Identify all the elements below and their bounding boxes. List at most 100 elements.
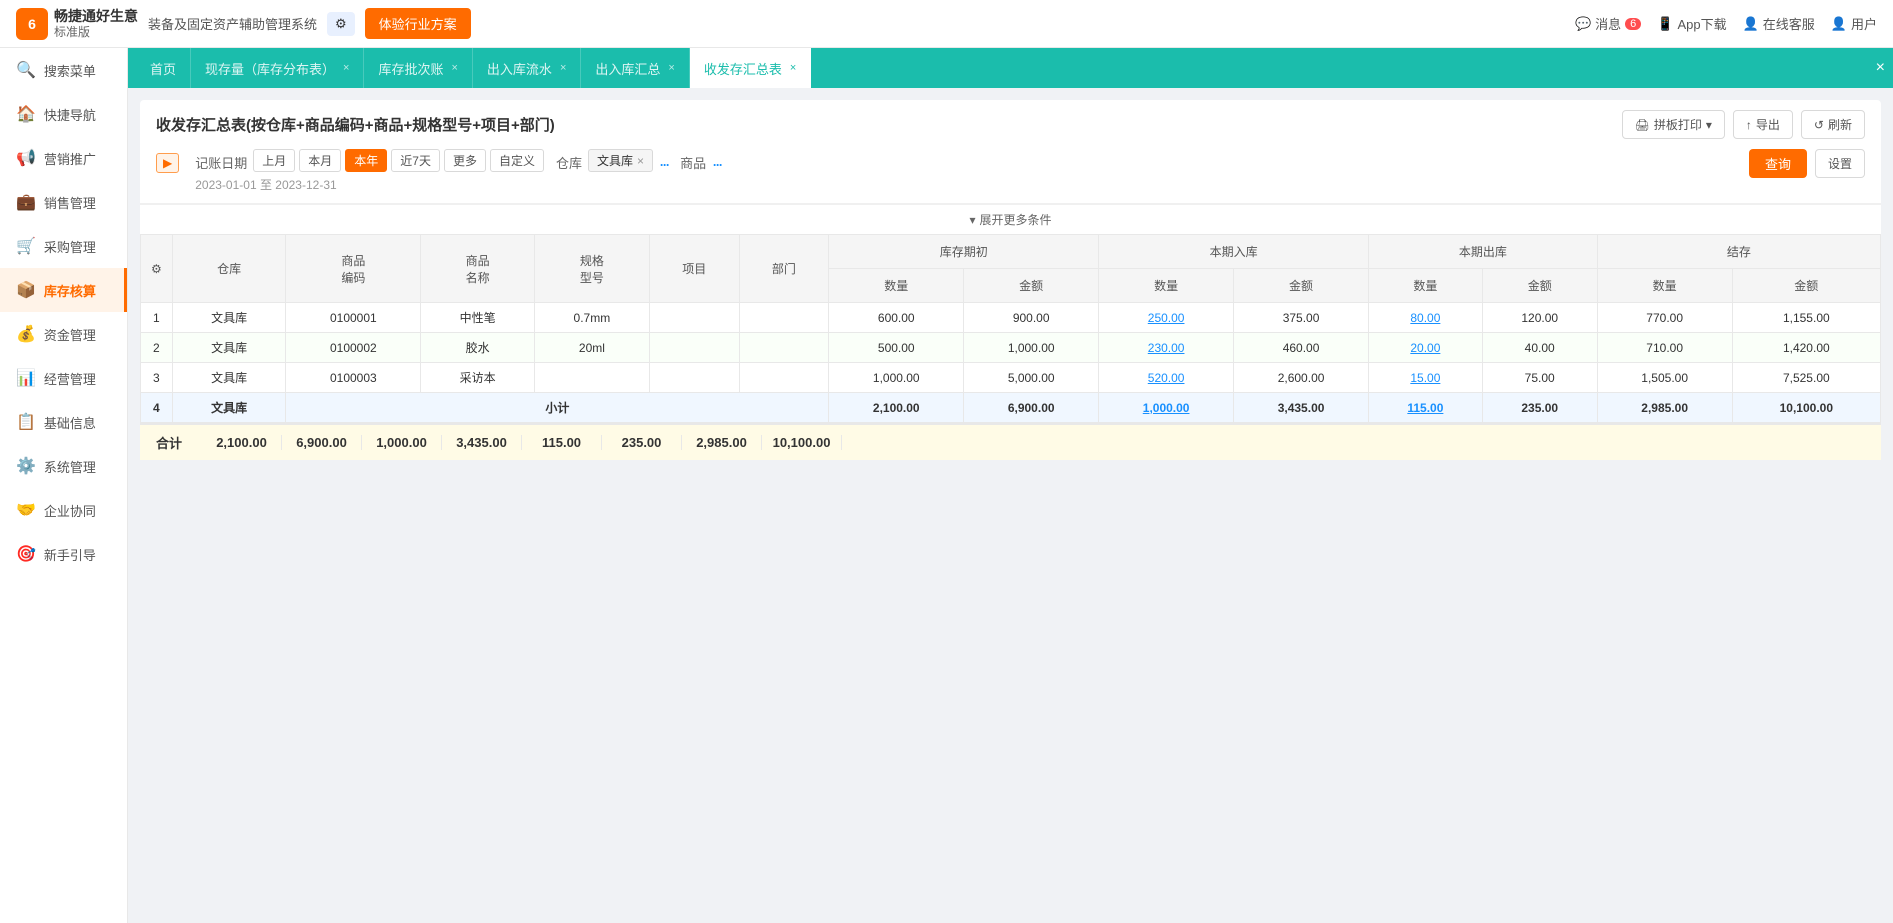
settings-page-btn[interactable]: 设置 xyxy=(1815,149,1865,178)
sidebar-item-inventory[interactable]: 📦 库存核算 xyxy=(0,268,127,312)
th-out-qty: 数量 xyxy=(1369,269,1483,303)
sidebar-item-quick[interactable]: 🏠 快捷导航 xyxy=(0,92,127,136)
message-badge: 6 xyxy=(1625,18,1641,30)
footer-close-amt: 10,100.00 xyxy=(762,435,842,450)
expand-btn[interactable]: ▾ 展开更多条件 xyxy=(969,211,1051,228)
logo-text: 畅捷通好生意 标准版 xyxy=(54,7,138,41)
sidebar-item-purchase[interactable]: 🛒 采购管理 xyxy=(0,224,127,268)
th-department: 部门 xyxy=(739,235,829,303)
expand-more-bar: ▾ 展开更多条件 xyxy=(140,204,1881,234)
subtotal-opening-qty: 2,100.00 xyxy=(829,393,964,423)
export-btn[interactable]: ↑ 导出 xyxy=(1733,110,1793,139)
print-btn[interactable]: 🖨 拼板打印 ▾ xyxy=(1622,110,1725,139)
tab-batch[interactable]: 库存批次账 × xyxy=(364,48,472,88)
warehouse-dots[interactable]: ... xyxy=(659,150,668,171)
export-icon: ↑ xyxy=(1746,118,1752,132)
row-in-qty[interactable]: 250.00 xyxy=(1099,303,1234,333)
sidebar-item-marketing[interactable]: 📢 营销推广 xyxy=(0,136,127,180)
sidebar-item-newbie[interactable]: 🎯 新手引导 xyxy=(0,532,127,576)
subtotal-index: 4 xyxy=(141,393,173,423)
row-out-qty[interactable]: 15.00 xyxy=(1369,363,1483,393)
th-out-amt: 金额 xyxy=(1482,269,1597,303)
subtotal-in-qty[interactable]: 1,000.00 xyxy=(1099,393,1234,423)
gear-icon: ⚙ xyxy=(335,16,347,32)
warehouse-tag-value: 文具库 xyxy=(597,152,633,169)
sidebar-item-finance[interactable]: 💰 资金管理 xyxy=(0,312,127,356)
goods-filter-group: 商品 ... xyxy=(680,149,721,172)
sidebar-item-basic[interactable]: 📋 基础信息 xyxy=(0,400,127,444)
online-service-btn[interactable]: 👤 在线客服 xyxy=(1743,14,1815,33)
row-index: 1 xyxy=(141,303,173,333)
sidebar-item-search[interactable]: 🔍 搜索菜单 xyxy=(0,48,127,92)
th-name: 商品名称 xyxy=(421,235,535,303)
th-close-amt: 金额 xyxy=(1732,269,1880,303)
sidebar-item-operation[interactable]: 📊 经营管理 xyxy=(0,356,127,400)
sidebar-label-enterprise: 企业协同 xyxy=(44,501,96,520)
gear-dropdown[interactable]: ⚙ xyxy=(327,12,355,36)
message-btn[interactable]: 💬 消息 6 xyxy=(1575,14,1641,33)
subtotal-out-amt: 235.00 xyxy=(1482,393,1597,423)
th-settings[interactable]: ⚙ xyxy=(141,235,173,303)
goods-dots[interactable]: ... xyxy=(712,150,721,171)
tab-bar-close[interactable]: × xyxy=(1876,59,1885,77)
row-in-amt: 460.00 xyxy=(1234,333,1369,363)
expand-icon: ▾ xyxy=(969,213,975,227)
date-btn-more[interactable]: 更多 xyxy=(444,149,486,172)
filter-bar: ▶ 记账日期 上月 本月 本年 近7天 更多 自定义 xyxy=(140,139,1881,204)
th-in-amt: 金额 xyxy=(1234,269,1369,303)
tab-batch-close[interactable]: × xyxy=(451,62,457,74)
title-btns: 🖨 拼板打印 ▾ ↑ 导出 ↺ 刷新 xyxy=(1622,110,1865,139)
try-button[interactable]: 体验行业方案 xyxy=(365,8,471,39)
sidebar-label-search: 搜索菜单 xyxy=(44,61,96,80)
basic-icon: 📋 xyxy=(16,412,36,432)
date-btn-last-month[interactable]: 上月 xyxy=(253,149,295,172)
tab-inout-summary-close[interactable]: × xyxy=(668,62,674,74)
footer-out-amt: 235.00 xyxy=(602,435,682,450)
tab-inventory-dist[interactable]: 现存量（库存分布表） × xyxy=(191,48,364,88)
th-in: 本期入库 xyxy=(1099,235,1369,269)
data-table: ⚙ 仓库 商品编码 商品名称 规格型号 项目 部门 库存期初 本期入库 本期出库… xyxy=(140,234,1881,423)
row-in-qty[interactable]: 520.00 xyxy=(1099,363,1234,393)
sidebar-item-enterprise[interactable]: 🤝 企业协同 xyxy=(0,488,127,532)
footer-in-qty: 1,000.00 xyxy=(362,435,442,450)
date-btn-custom[interactable]: 自定义 xyxy=(490,149,544,172)
sidebar-item-sales[interactable]: 💼 销售管理 xyxy=(0,180,127,224)
tab-recv-send-close[interactable]: × xyxy=(790,62,796,74)
refresh-btn[interactable]: ↺ 刷新 xyxy=(1801,110,1865,139)
row-out-qty[interactable]: 80.00 xyxy=(1369,303,1483,333)
row-in-qty[interactable]: 230.00 xyxy=(1099,333,1234,363)
tab-recv-send[interactable]: 收发存汇总表 × xyxy=(690,48,811,88)
main-card: 收发存汇总表(按仓库+商品编码+商品+规格型号+项目+部门) 🖨 拼板打印 ▾ … xyxy=(140,100,1881,460)
tab-inout-summary[interactable]: 出入库汇总 × xyxy=(581,48,689,88)
date-btn-this-month[interactable]: 本月 xyxy=(299,149,341,172)
inventory-icon: 📦 xyxy=(16,280,36,300)
system-name: 装备及固定资产辅助管理系统 xyxy=(148,14,317,33)
subtotal-out-qty[interactable]: 115.00 xyxy=(1369,393,1483,423)
date-btn-this-year[interactable]: 本年 xyxy=(345,149,387,172)
sidebar-label-newbie: 新手引导 xyxy=(44,545,96,564)
row-project xyxy=(649,333,739,363)
tab-inventory-dist-close[interactable]: × xyxy=(343,62,349,74)
tab-batch-label: 库存批次账 xyxy=(378,59,443,78)
row-code: 0100002 xyxy=(286,333,421,363)
row-opening-amt: 5,000.00 xyxy=(964,363,1099,393)
tab-home[interactable]: 首页 xyxy=(136,48,191,88)
date-filter-label: 记账日期 xyxy=(195,153,247,172)
tab-inout-flow[interactable]: 出入库流水 × xyxy=(473,48,581,88)
app-download-btn[interactable]: 📱 App下载 xyxy=(1657,14,1726,33)
date-btn-7days[interactable]: 近7天 xyxy=(391,149,440,172)
row-out-qty[interactable]: 20.00 xyxy=(1369,333,1483,363)
user-btn[interactable]: 👤 用户 xyxy=(1831,14,1877,33)
query-btn[interactable]: 查询 xyxy=(1749,149,1807,178)
tab-inout-flow-close[interactable]: × xyxy=(560,62,566,74)
sidebar-label-purchase: 采购管理 xyxy=(44,237,96,256)
system-icon: ⚙️ xyxy=(16,456,36,476)
header-left: 6 畅捷通好生意 标准版 装备及固定资产辅助管理系统 ⚙ 体验行业方案 xyxy=(16,7,471,41)
sidebar-label-operation: 经营管理 xyxy=(44,369,96,388)
warehouse-tag-close[interactable]: × xyxy=(637,154,644,168)
filter-toggle-btn[interactable]: ▶ xyxy=(156,153,179,173)
row-spec xyxy=(534,363,649,393)
sidebar-item-system[interactable]: ⚙️ 系统管理 xyxy=(0,444,127,488)
row-out-amt: 75.00 xyxy=(1482,363,1597,393)
th-opening: 库存期初 xyxy=(829,235,1099,269)
